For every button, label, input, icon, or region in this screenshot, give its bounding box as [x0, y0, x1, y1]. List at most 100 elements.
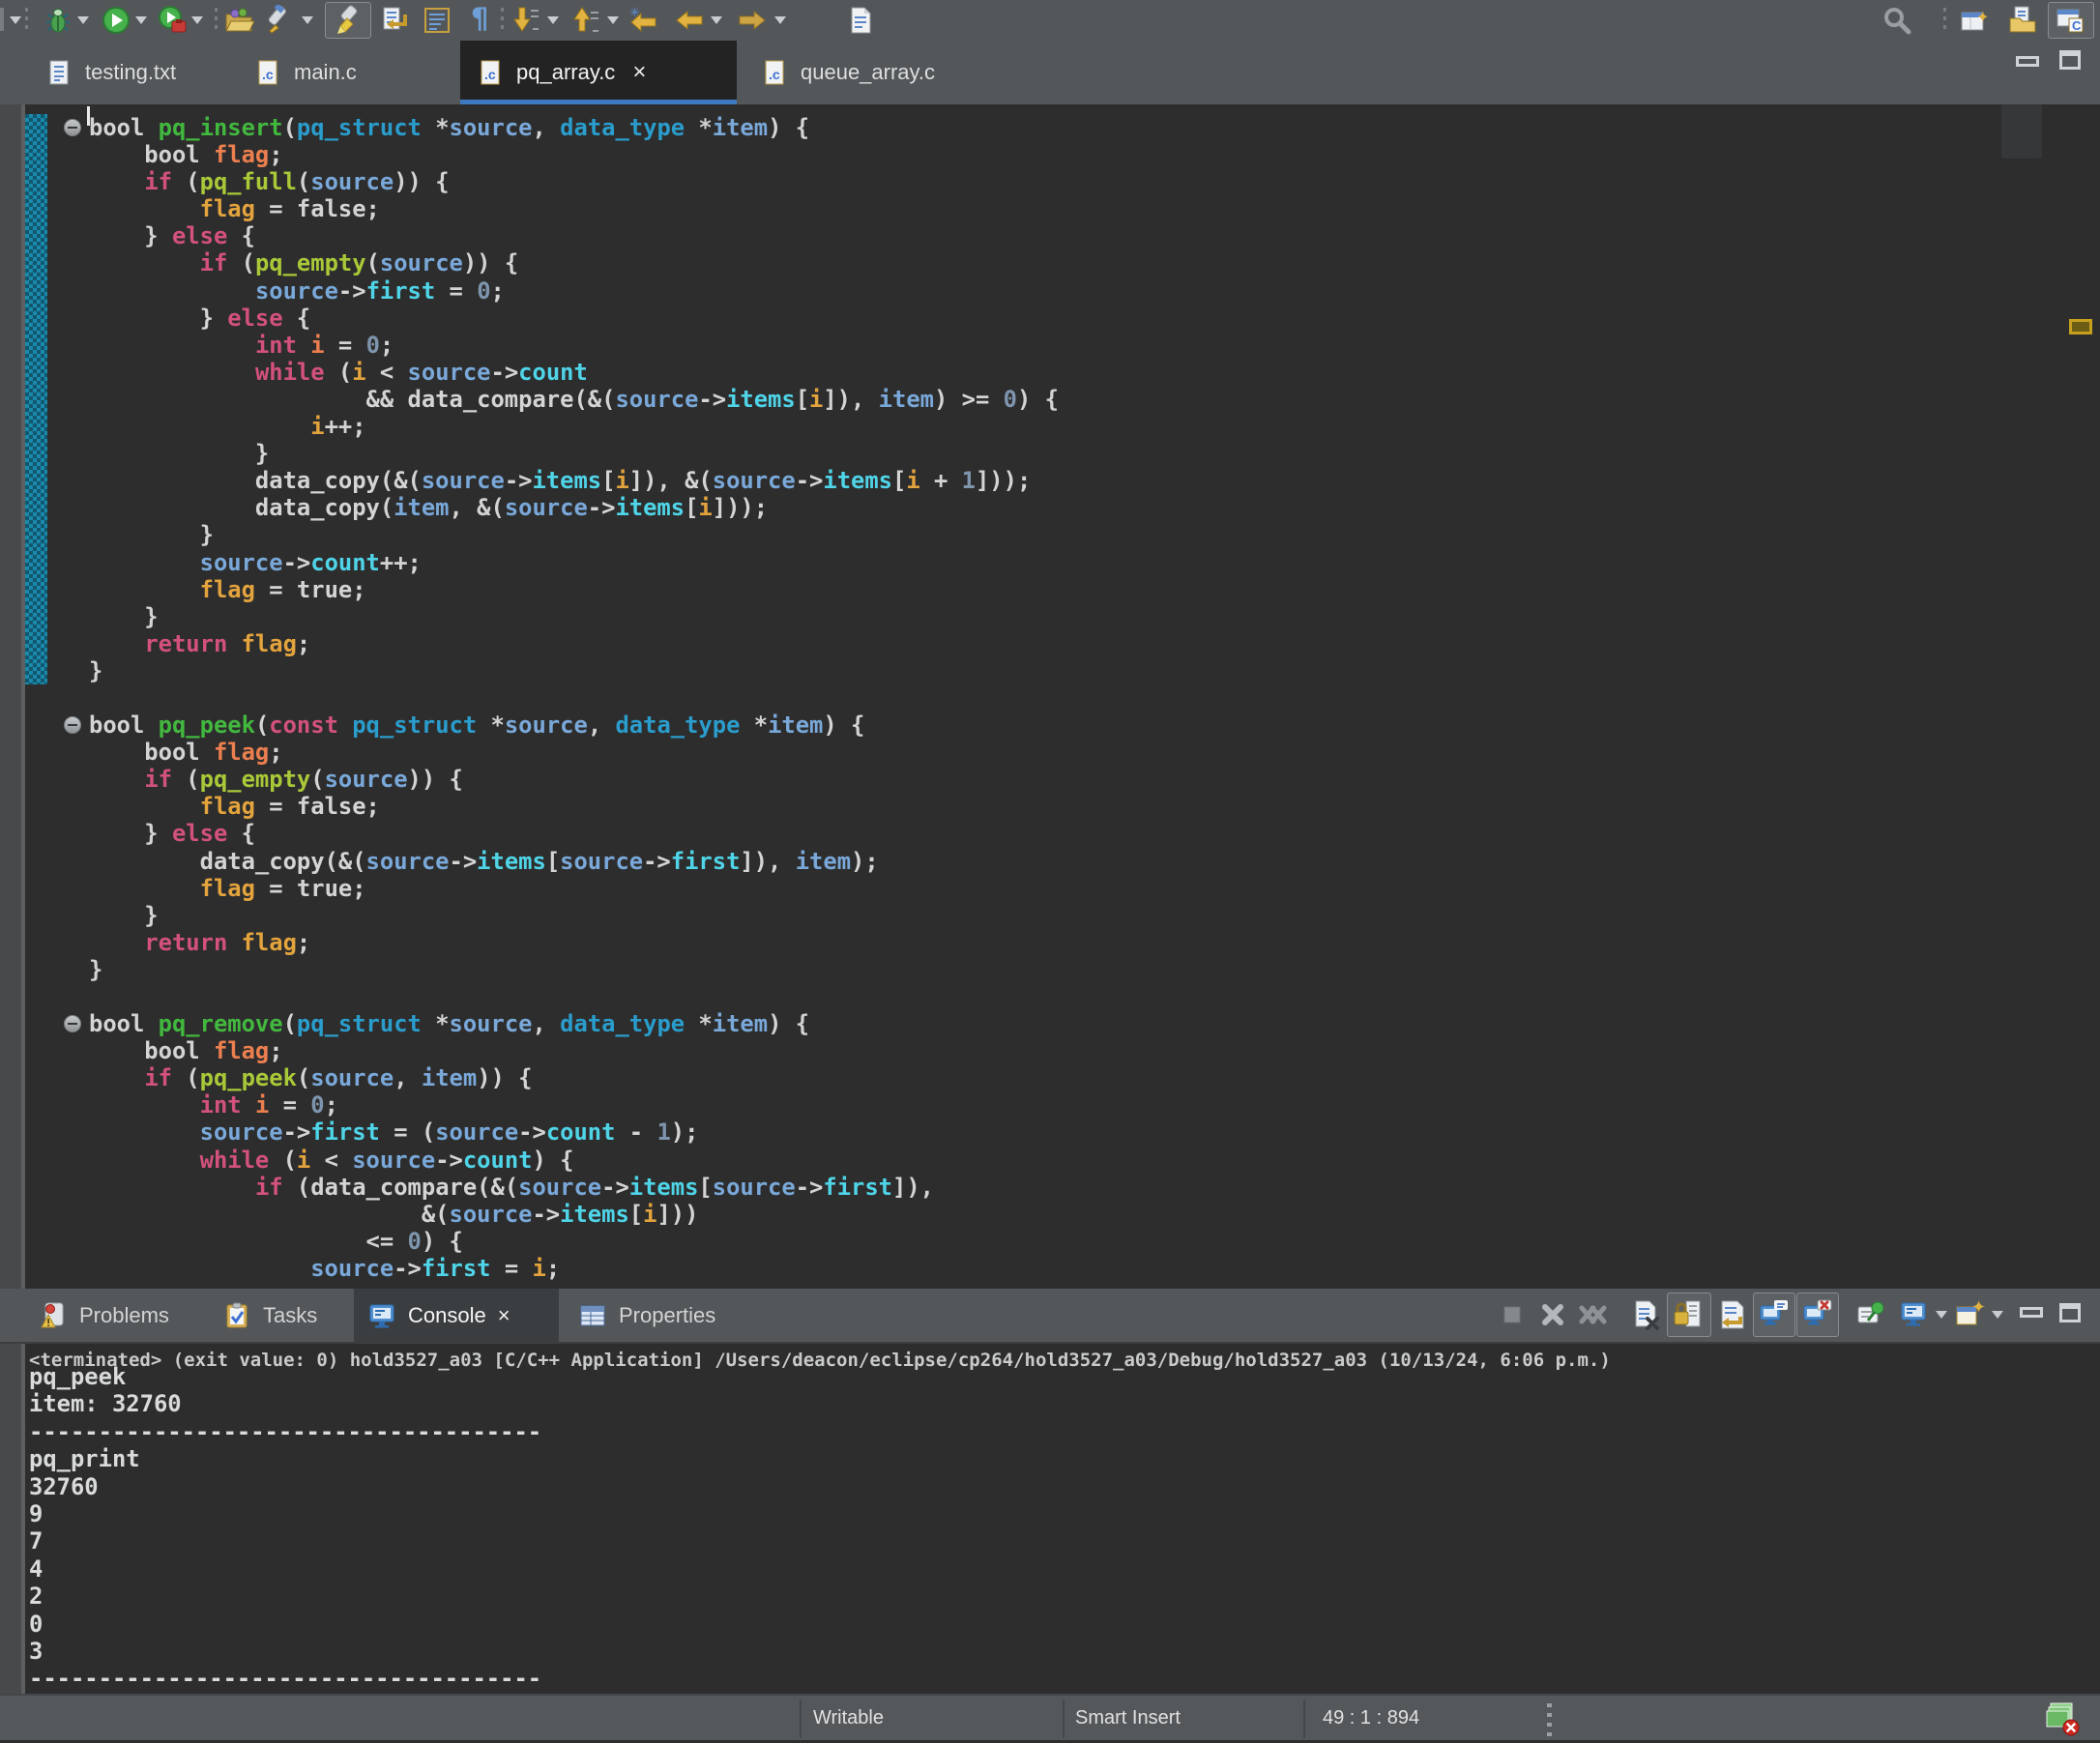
input-mode-status[interactable]: Smart Insert — [1075, 1707, 1181, 1729]
toolbar-separator — [25, 8, 28, 34]
remove-all-terminated-icon[interactable] — [1578, 1299, 1609, 1330]
tab-testing-txt[interactable]: testing.txt — [29, 41, 230, 104]
back-icon[interactable] — [674, 5, 705, 36]
fold-collapse-icon[interactable] — [64, 1015, 81, 1032]
svg-text:.c: .c — [262, 67, 274, 82]
tab-problems[interactable]: Problems — [25, 1289, 203, 1342]
c-file-icon: .c — [762, 59, 787, 86]
back-to-last-edit-icon[interactable]: ✳ — [627, 5, 658, 36]
forward-dropdown-caret[interactable] — [774, 16, 786, 24]
forward-icon[interactable] — [737, 5, 768, 36]
tab-properties[interactable]: Properties — [565, 1289, 754, 1342]
tasks-icon — [222, 1301, 251, 1330]
open-task-folder-icon[interactable] — [223, 5, 254, 36]
svg-text:C: C — [2072, 18, 2082, 33]
profile-dropdown-caret[interactable] — [191, 16, 203, 24]
tab-label: Problems — [79, 1303, 169, 1328]
tab-main-c[interactable]: .c main.c — [238, 41, 445, 104]
tab-label: Console — [408, 1303, 486, 1328]
quick-diff-ruler — [25, 114, 47, 684]
console-icon — [367, 1301, 396, 1330]
toolbar-separator — [501, 8, 504, 34]
problems-icon — [39, 1301, 68, 1330]
search-icon[interactable] — [1881, 5, 1912, 36]
statusbar-divider — [1303, 1699, 1305, 1738]
show-console-on-error-icon[interactable] — [1796, 1293, 1839, 1337]
maximize-icon[interactable] — [2059, 50, 2081, 70]
pen-dropdown-caret[interactable] — [302, 16, 313, 24]
pin-console-icon[interactable] — [1855, 1299, 1886, 1330]
clear-console-icon[interactable] — [1630, 1299, 1661, 1330]
open-console-caret[interactable] — [1992, 1311, 2003, 1319]
minimize-icon[interactable] — [2016, 56, 2039, 67]
left-rail — [0, 104, 21, 1694]
tab-queue-array-c[interactable]: .c queue_array.c — [744, 41, 984, 104]
code-editor[interactable]: bool pq_insert(pq_struct *source, data_t… — [25, 104, 2100, 1289]
statusbar-divider — [800, 1699, 802, 1738]
debug-icon[interactable] — [43, 5, 73, 36]
next-annotation-caret[interactable] — [547, 16, 559, 24]
editor-tab-bar: testing.txt .c main.c .c pq_array.c × .c… — [0, 41, 2100, 104]
console-output[interactable]: pq_peekitem: 32760----------------------… — [29, 1363, 541, 1693]
open-console-icon[interactable]: ✦ — [1954, 1299, 1985, 1330]
svg-text:✦: ✦ — [1976, 10, 1989, 26]
new-page-icon[interactable] — [845, 5, 876, 36]
back-dropdown-caret[interactable] — [711, 16, 722, 24]
close-console-icon[interactable]: × — [498, 1303, 510, 1328]
minimize-panel-icon[interactable] — [2020, 1307, 2043, 1318]
writable-status: Writable — [813, 1707, 884, 1729]
c-cpp-perspective-icon[interactable]: C — [2048, 2, 2094, 39]
highlighter-toggle-icon[interactable] — [325, 2, 371, 39]
code-lines[interactable]: bool pq_insert(pq_struct *source, data_t… — [89, 114, 1059, 1282]
open-perspective-icon[interactable]: ✦ — [1959, 5, 1990, 36]
console-view[interactable]: <terminated> (exit value: 0) hold3527_a0… — [25, 1344, 2100, 1694]
svg-text:✦: ✦ — [1971, 1299, 1985, 1317]
show-whitespace-icon[interactable]: ¶ — [471, 2, 502, 33]
editor-scrollbar-thumb[interactable] — [2001, 104, 2042, 159]
c-file-icon: .c — [255, 59, 280, 86]
close-tab-icon[interactable]: × — [632, 59, 646, 86]
previous-annotation-icon[interactable] — [569, 5, 600, 36]
tab-label: Tasks — [263, 1303, 317, 1328]
profile-icon[interactable] — [157, 5, 188, 36]
main-toolbar: ¶ ✳ ✦ — [0, 0, 2100, 42]
eclipse-window: ¶ ✳ ✦ — [0, 0, 2100, 1740]
tab-tasks[interactable]: Tasks — [209, 1289, 344, 1342]
block-selection-icon[interactable] — [422, 5, 452, 36]
run-icon[interactable] — [101, 5, 131, 36]
word-wrap-icon[interactable] — [1717, 1299, 1748, 1330]
run-dropdown-caret[interactable] — [135, 16, 147, 24]
display-console-caret[interactable] — [1936, 1311, 1947, 1319]
properties-icon — [578, 1301, 607, 1330]
tab-label: pq_array.c — [516, 60, 615, 85]
c-file-icon: .c — [478, 59, 503, 86]
toolbar-separator — [215, 8, 218, 34]
fold-collapse-icon[interactable] — [64, 716, 81, 734]
text-file-icon — [46, 59, 72, 86]
overview-ruler-marker[interactable] — [2069, 319, 2092, 334]
maximize-panel-icon[interactable] — [2059, 1303, 2081, 1322]
tab-console[interactable]: Console × — [354, 1289, 559, 1342]
open-resource-icon[interactable] — [2007, 5, 2038, 36]
remove-launch-icon[interactable] — [1537, 1299, 1568, 1330]
error-log-icon[interactable] — [2043, 1699, 2082, 1738]
toolbar-separator — [1943, 8, 1946, 34]
previous-annotation-caret[interactable] — [607, 16, 619, 24]
new-dropdown-caret[interactable] — [10, 16, 21, 24]
display-selected-console-icon[interactable] — [1899, 1299, 1930, 1330]
statusbar-drag-handle[interactable] — [1547, 1703, 1552, 1736]
statusbar-divider — [1063, 1699, 1065, 1738]
show-console-on-output-icon[interactable] — [1753, 1293, 1795, 1337]
last-edit-location-icon[interactable] — [379, 5, 410, 36]
scroll-lock-icon[interactable] — [1667, 1293, 1711, 1337]
caret-position-status[interactable]: 49 : 1 : 894 — [1323, 1707, 1419, 1729]
next-annotation-icon[interactable] — [510, 5, 540, 36]
tab-label: main.c — [294, 60, 357, 85]
debug-dropdown-caret[interactable] — [77, 16, 89, 24]
tab-label: Properties — [619, 1303, 715, 1328]
terminate-icon[interactable] — [1497, 1299, 1528, 1330]
tab-pq-array-c[interactable]: .c pq_array.c × — [460, 41, 737, 104]
fold-collapse-icon[interactable] — [64, 119, 81, 136]
pen-icon[interactable] — [263, 5, 294, 36]
status-bar: Writable Smart Insert 49 : 1 : 894 — [0, 1694, 2100, 1740]
